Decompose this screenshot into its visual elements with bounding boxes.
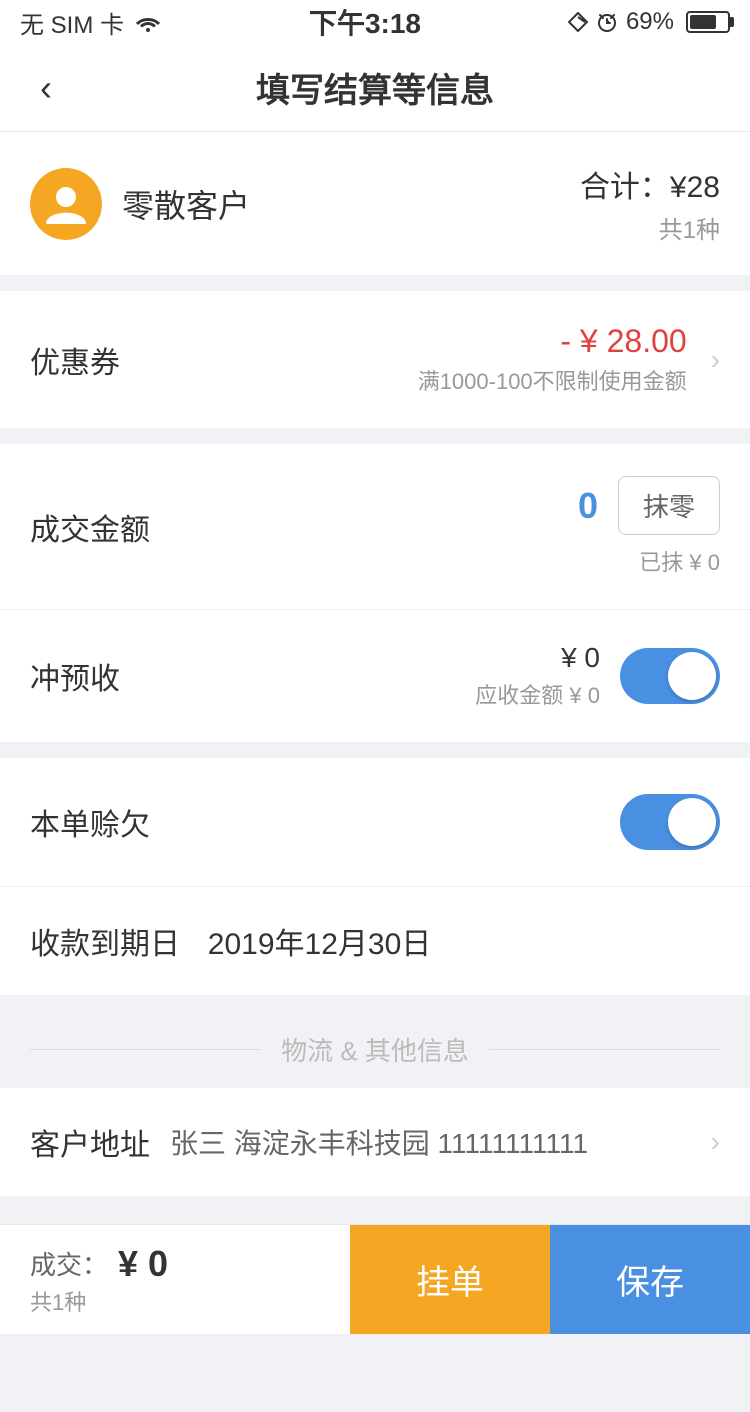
transaction-sub: 已抹 ¥ 0 bbox=[639, 545, 720, 577]
prepayment-label: 冲预收 bbox=[30, 654, 120, 698]
coupon-info: - ¥ 28.00 满1000-100不限制使用金额 bbox=[418, 323, 687, 396]
customer-left: 零散客户 bbox=[30, 168, 250, 240]
coupon-desc: 满1000-100不限制使用金额 bbox=[418, 364, 687, 396]
round-zero-button[interactable]: 抹零 bbox=[618, 476, 720, 535]
transaction-value: 0 bbox=[578, 485, 598, 527]
coupon-chevron-icon: › bbox=[711, 344, 720, 376]
battery-icon bbox=[686, 11, 730, 33]
bottom-transaction-label: 成交： bbox=[30, 1245, 108, 1282]
bottom-transaction-row: 成交： ¥ 0 bbox=[30, 1243, 320, 1285]
avatar bbox=[30, 168, 102, 240]
due-date-label: 收款到期日 bbox=[30, 928, 180, 961]
coupon-card: 优惠券 - ¥ 28.00 满1000-100不限制使用金额 › bbox=[0, 291, 750, 428]
coupon-right-area: - ¥ 28.00 满1000-100不限制使用金额 › bbox=[418, 323, 720, 396]
no-sim-text: 无 SIM 卡 bbox=[20, 5, 124, 40]
customer-total: 合计：¥28 共1种 bbox=[580, 162, 720, 245]
divider-line-right bbox=[489, 1049, 720, 1050]
status-right: 69% bbox=[568, 8, 730, 36]
nav-bar: ‹ 填写结算等信息 bbox=[0, 44, 750, 132]
prepayment-sub: 应收金额 ¥ 0 bbox=[475, 678, 600, 710]
coupon-amount: - ¥ 28.00 bbox=[418, 323, 687, 360]
divider-text: 物流 & 其他信息 bbox=[281, 1031, 469, 1068]
toggle-knob bbox=[668, 652, 716, 700]
debt-row: 本单赊欠 bbox=[0, 758, 750, 886]
status-left: 无 SIM 卡 bbox=[20, 5, 162, 40]
user-icon bbox=[41, 179, 91, 229]
prepayment-amount: ¥ 0 bbox=[475, 642, 600, 674]
divider-section: 物流 & 其他信息 bbox=[0, 1011, 750, 1088]
address-section[interactable]: 客户地址 张三 海淀永丰科技园 11111111111 › bbox=[0, 1088, 750, 1196]
prepayment-toggle[interactable] bbox=[620, 648, 720, 704]
customer-section: 零散客户 合计：¥28 共1种 bbox=[0, 132, 750, 275]
address-value: 张三 海淀永丰科技园 11111111111 bbox=[170, 1122, 703, 1162]
transaction-card: 成交金额 0 抹零 已抹 ¥ 0 冲预收 ¥ 0 应收金额 ¥ 0 bbox=[0, 444, 750, 742]
divider-label: 物流 & 其他信息 bbox=[30, 1031, 720, 1068]
prepayment-info: ¥ 0 应收金额 ¥ 0 bbox=[475, 642, 600, 710]
status-bar: 无 SIM 卡 下午3:18 69% bbox=[0, 0, 750, 44]
bottom-count: 共1种 bbox=[30, 1285, 320, 1317]
debt-card: 本单赊欠 收款到期日 2019年12月30日 bbox=[0, 758, 750, 995]
customer-name: 零散客户 bbox=[122, 181, 250, 227]
divider-line-left bbox=[30, 1049, 261, 1050]
debt-toggle-knob bbox=[668, 798, 716, 846]
bottom-info: 成交： ¥ 0 共1种 bbox=[0, 1225, 350, 1334]
address-chevron-icon: › bbox=[711, 1126, 720, 1158]
transaction-row: 成交金额 0 抹零 已抹 ¥ 0 bbox=[0, 444, 750, 610]
back-button[interactable]: ‹ bbox=[30, 57, 62, 119]
location-icon bbox=[568, 12, 588, 32]
bottom-bar: 成交： ¥ 0 共1种 挂单 保存 bbox=[0, 1224, 750, 1334]
address-label: 客户地址 bbox=[30, 1120, 150, 1164]
due-date-row: 收款到期日 2019年12月30日 bbox=[0, 886, 750, 995]
transaction-label: 成交金额 bbox=[30, 505, 150, 549]
debt-label: 本单赊欠 bbox=[30, 800, 150, 844]
wifi-icon bbox=[134, 12, 162, 32]
battery-percent: 69% bbox=[626, 8, 674, 36]
prepayment-row: 冲预收 ¥ 0 应收金额 ¥ 0 bbox=[0, 610, 750, 742]
coupon-label: 优惠券 bbox=[30, 338, 120, 382]
alarm-icon bbox=[596, 11, 618, 33]
bottom-transaction-amount: ¥ 0 bbox=[118, 1243, 168, 1285]
page-title: 填写结算等信息 bbox=[256, 63, 494, 112]
debt-toggle[interactable] bbox=[620, 794, 720, 850]
save-button[interactable]: 保存 bbox=[550, 1225, 750, 1334]
total-count: 共1种 bbox=[580, 210, 720, 245]
coupon-row[interactable]: 优惠券 - ¥ 28.00 满1000-100不限制使用金额 › bbox=[0, 291, 750, 428]
due-date-value: 2019年12月30日 bbox=[208, 928, 431, 961]
status-time: 下午3:18 bbox=[309, 2, 421, 42]
hold-button[interactable]: 挂单 bbox=[350, 1225, 550, 1334]
total-amount: 合计：¥28 bbox=[580, 162, 720, 206]
